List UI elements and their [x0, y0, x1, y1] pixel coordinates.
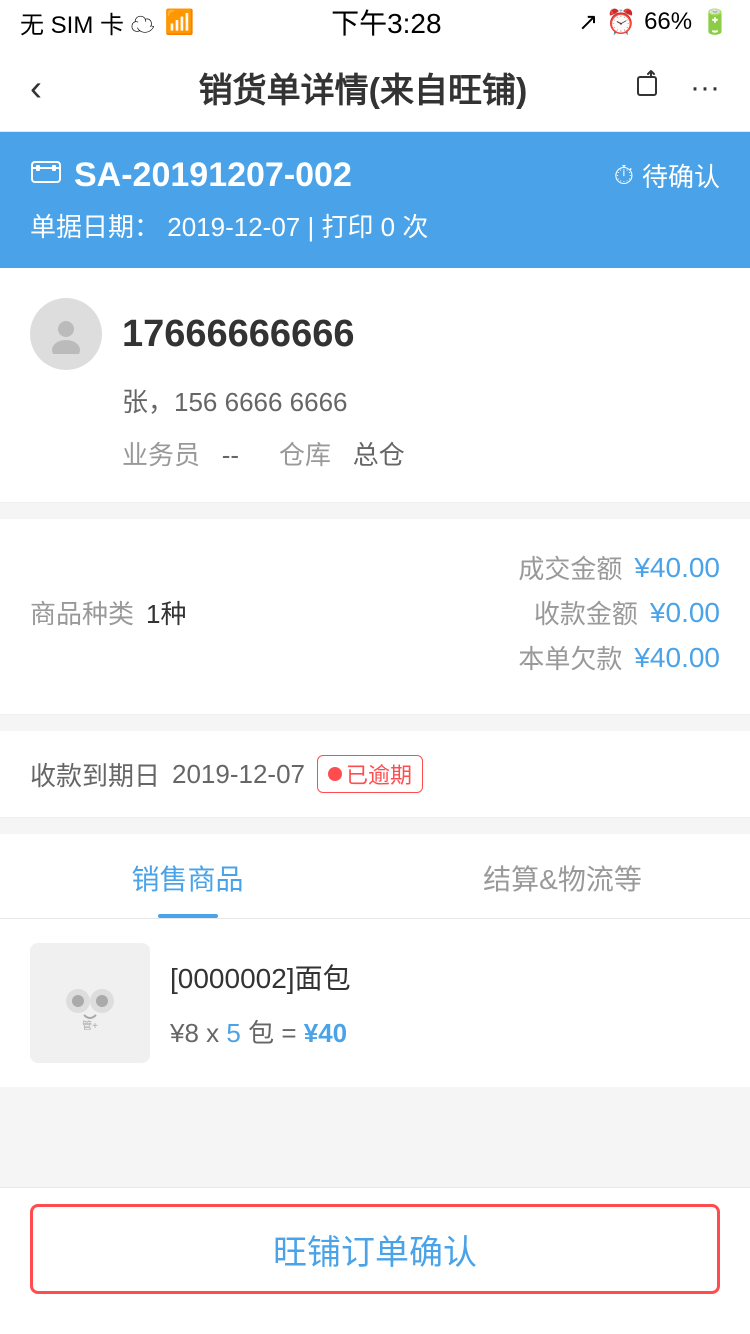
amount-value: ¥40.00 [634, 552, 720, 584]
overdue-text: 已逾期 [346, 758, 412, 790]
page-title: 销货单详情(来自旺铺) [199, 63, 528, 112]
product-total: ¥40 [304, 1018, 347, 1048]
product-unit: 包 [248, 1018, 274, 1048]
owed-value: ¥40.00 [634, 642, 720, 674]
battery-icon: 🔋 [700, 8, 730, 37]
status-text: 待确认 [642, 157, 720, 194]
product-type-label: 商品种类 [30, 594, 134, 631]
owed-label: 本单欠款 [518, 639, 622, 676]
due-date-label: 收款到期日 [30, 756, 160, 793]
alarm-icon: ⏰ [606, 8, 636, 37]
received-value: ¥0.00 [650, 597, 720, 629]
received-row: 收款金额 ¥0.00 [534, 594, 720, 631]
svg-text:管+: 管+ [82, 1019, 98, 1032]
summary-card: 商品种类 1种 成交金额 ¥40.00 收款金额 ¥0.00 本单欠款 ¥40.… [0, 519, 750, 714]
customer-info-row: 业务员 -- 仓库 总仓 [122, 435, 720, 472]
due-date-card: 收款到期日 2019-12-07 已逾期 [0, 731, 750, 817]
summary-left: 商品种类 1种 [30, 594, 186, 631]
back-button[interactable]: ‹ [30, 67, 90, 109]
product-price-row: ¥8 x 5 包 = ¥40 [170, 1013, 720, 1050]
divider-1 [0, 502, 750, 503]
product-type-value: 1种 [146, 594, 186, 631]
customer-phone: 17666666666 [122, 313, 354, 356]
customer-card: 17666666666 张，156 6666 6666 业务员 -- 仓库 总仓 [0, 268, 750, 502]
status-bar-time: 下午3:28 [331, 2, 442, 42]
divider-2 [0, 714, 750, 715]
product-unit-price: ¥8 [170, 1018, 199, 1048]
overdue-badge: 已逾期 [317, 755, 423, 793]
nav-bar: ‹ 销货单详情(来自旺铺) ··· [0, 44, 750, 132]
divider-3 [0, 817, 750, 818]
product-list: 管+ [0000002]面包 ¥8 x 5 包 = ¥40 [0, 919, 750, 1087]
warehouse-value: 总仓 [353, 440, 405, 470]
product-qty: 5 [226, 1018, 240, 1048]
order-icon [30, 156, 62, 195]
more-button[interactable]: ··· [690, 71, 720, 105]
tab-settlement-label: 结算&物流等 [483, 864, 642, 895]
product-name: [0000002]面包 [170, 957, 720, 997]
status-bar-left: 无 SIM 卡 ☁ 📶 [20, 5, 195, 40]
wifi-icon: 📶 [165, 8, 195, 37]
nav-actions: ··· [636, 69, 720, 107]
warehouse-label: 仓库 [279, 440, 331, 470]
sales-label: 业务员 [122, 440, 200, 470]
product-equals: = [281, 1018, 303, 1048]
tab-sales-label: 销售商品 [131, 864, 243, 895]
sales-value: -- [222, 440, 239, 470]
sim-label: 无 SIM 卡 ☁ [20, 5, 155, 40]
order-id-text: SA-20191207-002 [74, 156, 352, 195]
order-id: SA-20191207-002 [30, 156, 352, 195]
tabs-bar: 销售商品 结算&物流等 [0, 834, 750, 919]
product-thumbnail: 管+ [30, 943, 150, 1063]
order-date-row: 单据日期： 2019-12-07 | 打印 0 次 [30, 207, 720, 244]
customer-avatar [30, 298, 102, 370]
confirm-order-button[interactable]: 旺铺订单确认 [30, 1204, 720, 1294]
overdue-dot-icon [328, 767, 342, 781]
summary-row: 商品种类 1种 成交金额 ¥40.00 收款金额 ¥0.00 本单欠款 ¥40.… [30, 549, 720, 676]
status-bar: 无 SIM 卡 ☁ 📶 下午3:28 ↗ ⏰ 66% 🔋 [0, 0, 750, 44]
amount-row: 成交金额 ¥40.00 [518, 549, 720, 586]
summary-right: 成交金额 ¥40.00 收款金额 ¥0.00 本单欠款 ¥40.00 [518, 549, 720, 676]
owed-row: 本单欠款 ¥40.00 [518, 639, 720, 676]
bottom-bar: 旺铺订单确认 [0, 1187, 750, 1334]
location-icon: ↗ [578, 8, 598, 37]
amount-label: 成交金额 [518, 549, 622, 586]
due-date-value: 2019-12-07 [172, 759, 305, 790]
table-row: 管+ [0000002]面包 ¥8 x 5 包 = ¥40 [0, 919, 750, 1087]
share-button[interactable] [636, 69, 666, 107]
battery-label: 66% [644, 8, 692, 36]
tab-sales-products[interactable]: 销售商品 [0, 834, 375, 918]
order-header: SA-20191207-002 ⏱ 待确认 单据日期： 2019-12-07 |… [0, 132, 750, 268]
tab-settlement[interactable]: 结算&物流等 [375, 834, 750, 918]
order-status: ⏱ 待确认 [614, 157, 720, 194]
status-bar-right: ↗ ⏰ 66% 🔋 [578, 8, 730, 37]
product-multiply: x [206, 1018, 226, 1048]
customer-top: 17666666666 [30, 298, 720, 370]
product-info: [0000002]面包 ¥8 x 5 包 = ¥40 [170, 957, 720, 1050]
status-clock-icon: ⏱ [614, 160, 634, 192]
received-label: 收款金额 [534, 594, 638, 631]
customer-name: 张，156 6666 6666 [122, 382, 720, 419]
